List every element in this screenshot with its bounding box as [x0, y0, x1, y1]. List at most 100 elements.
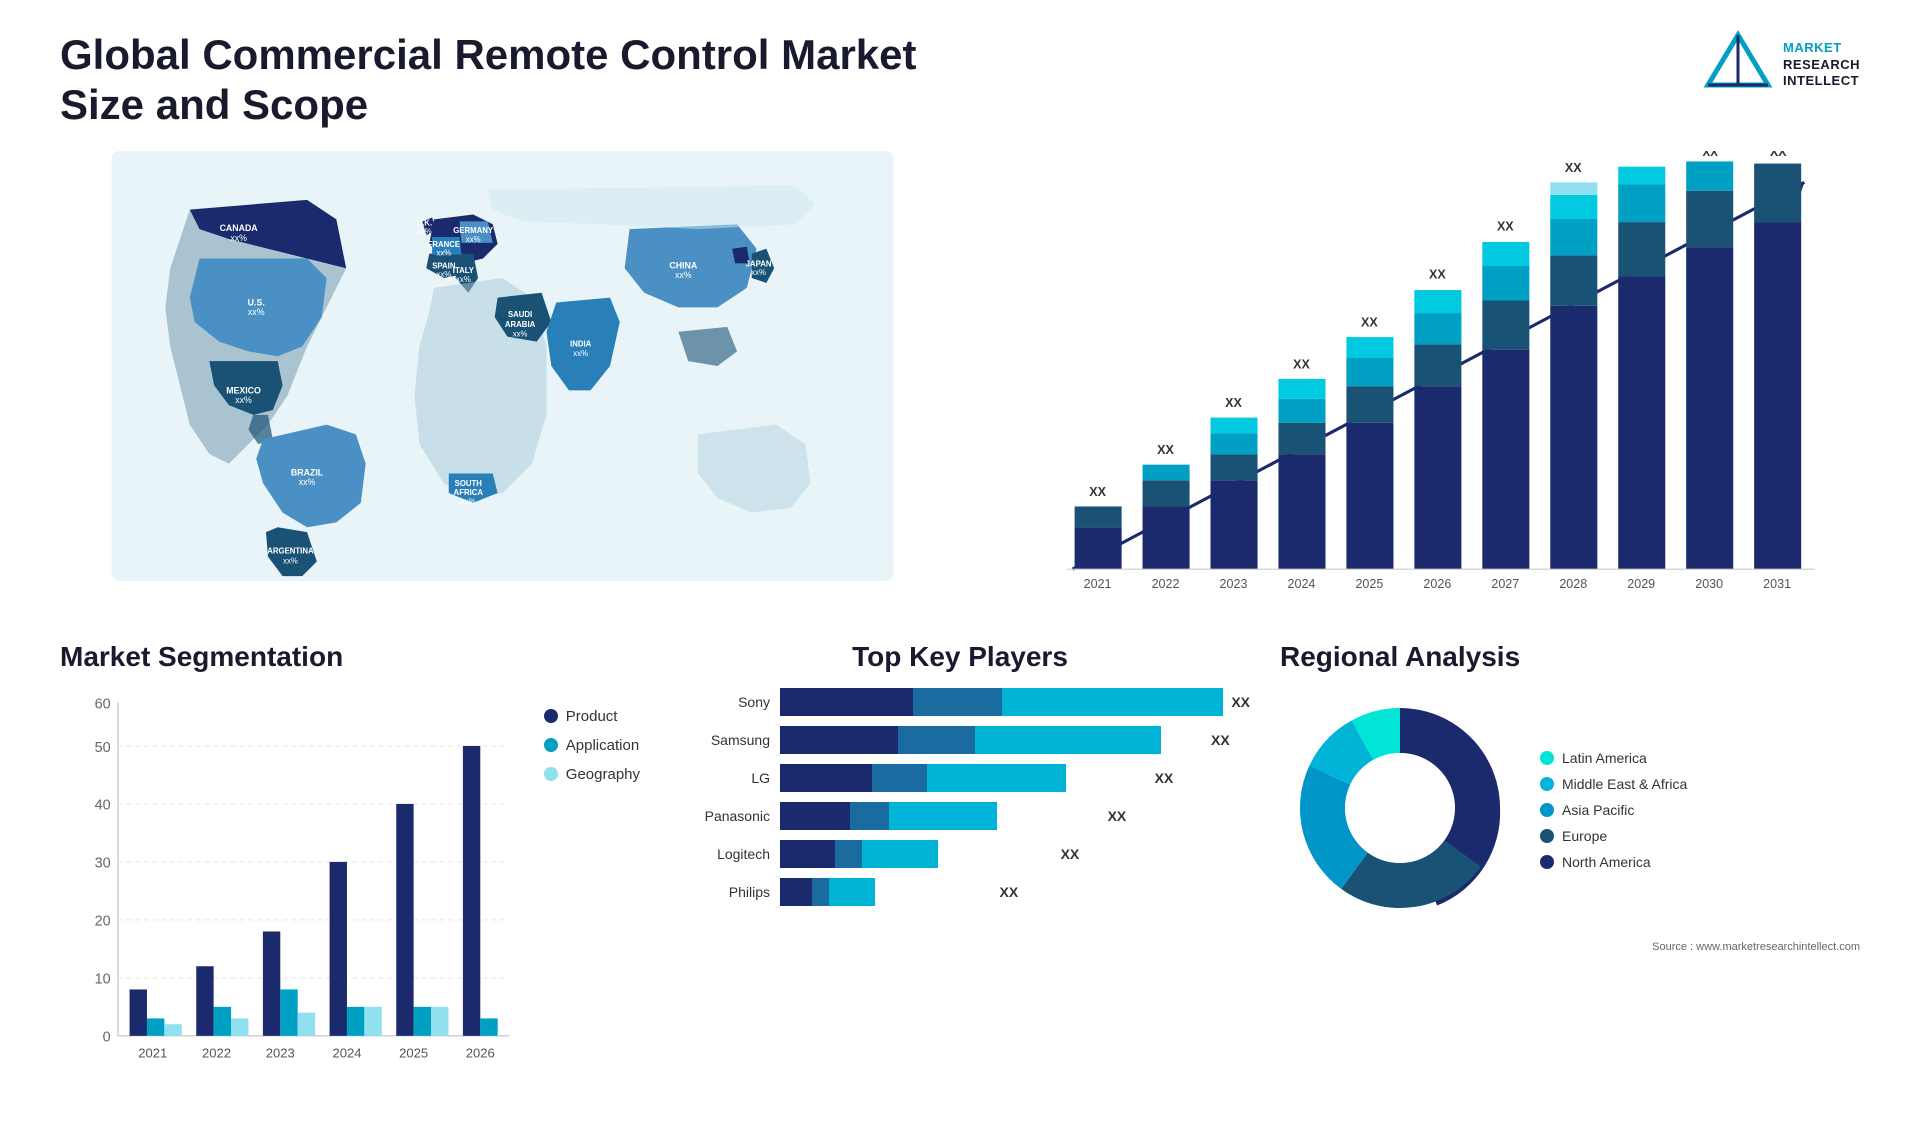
- svg-text:2024: 2024: [1288, 577, 1316, 591]
- svg-text:60: 60: [95, 696, 111, 712]
- segmentation-section: Market Segmentation 0 10 20 30: [60, 641, 640, 1099]
- header: Global Commercial Remote Control Market …: [60, 30, 1860, 131]
- world-map: CANADA xx% U.S. xx% MEXICO xx% BRAZIL xx…: [60, 151, 945, 581]
- svg-text:2025: 2025: [1355, 577, 1383, 591]
- donut-container: Latin America Middle East & Africa Asia …: [1280, 688, 1860, 933]
- player-name: Philips: [670, 884, 770, 900]
- player-bar-seg1: [780, 764, 872, 792]
- logo-icon: [1703, 30, 1773, 100]
- player-bar-container: XX: [780, 878, 1250, 906]
- svg-text:xx%: xx%: [299, 477, 316, 487]
- player-bar-seg1: [780, 726, 898, 754]
- svg-text:2029: 2029: [1627, 577, 1655, 591]
- legend-label-geography: Geography: [566, 766, 640, 783]
- regional-section: Regional Analysis: [1280, 641, 1860, 1099]
- svg-text:CANADA: CANADA: [220, 223, 259, 233]
- player-row: Panasonic XX: [670, 802, 1250, 830]
- player-bar-inner: [780, 840, 1053, 868]
- svg-text:2021: 2021: [1084, 577, 1112, 591]
- player-name: Logitech: [670, 846, 770, 862]
- segmentation-title: Market Segmentation: [60, 641, 640, 673]
- player-bar-inner: [780, 802, 1100, 830]
- svg-text:2031: 2031: [1763, 577, 1791, 591]
- svg-text:2024: 2024: [332, 1045, 361, 1060]
- svg-text:xx%: xx%: [283, 556, 298, 565]
- svg-text:xx%: xx%: [461, 497, 476, 506]
- player-bar-seg1: [780, 878, 812, 906]
- world-map-section: CANADA xx% U.S. xx% MEXICO xx% BRAZIL xx…: [60, 151, 945, 611]
- svg-text:xx%: xx%: [513, 329, 528, 338]
- svg-text:XX: XX: [1293, 357, 1310, 371]
- player-bar-seg2: [913, 688, 1002, 716]
- svg-text:xx%: xx%: [751, 268, 766, 277]
- legend-product: Product: [544, 708, 640, 725]
- svg-text:0: 0: [103, 1029, 111, 1045]
- player-bar-seg2: [835, 840, 862, 868]
- player-bar-seg3: [975, 726, 1161, 754]
- svg-text:SAUDI: SAUDI: [508, 310, 532, 319]
- svg-text:2021: 2021: [138, 1045, 167, 1060]
- logo-text: MARKET RESEARCH INTELLECT: [1783, 40, 1860, 91]
- reg-dot-europe: [1540, 829, 1554, 843]
- svg-text:U.K.: U.K.: [417, 218, 433, 227]
- svg-text:xx%: xx%: [573, 349, 588, 358]
- legend-geography: Geography: [544, 766, 640, 783]
- reg-label-north-america: North America: [1562, 854, 1651, 870]
- player-name: Panasonic: [670, 808, 770, 824]
- player-bar-seg1: [780, 802, 850, 830]
- players-list: Sony XX Samsung XX LG: [670, 688, 1250, 906]
- player-name: LG: [670, 770, 770, 786]
- svg-text:2027: 2027: [1491, 577, 1519, 591]
- reg-label-europe: Europe: [1562, 828, 1607, 844]
- donut-chart-wrap: [1280, 688, 1520, 933]
- player-name: Sony: [670, 694, 770, 710]
- player-name: Samsung: [670, 732, 770, 748]
- segmentation-legend: Product Application Geography: [544, 688, 640, 783]
- svg-text:xx%: xx%: [466, 235, 481, 244]
- svg-text:JAPAN: JAPAN: [746, 259, 772, 268]
- page-title: Global Commercial Remote Control Market …: [60, 30, 960, 131]
- svg-text:XX: XX: [1497, 219, 1514, 233]
- svg-text:XX: XX: [1565, 161, 1582, 175]
- player-bar-seg2: [812, 878, 829, 906]
- svg-text:XX: XX: [1429, 267, 1446, 281]
- player-bar-seg3: [1002, 688, 1224, 716]
- svg-text:XX: XX: [1157, 443, 1174, 457]
- player-bar-container: XX: [780, 726, 1250, 754]
- player-value: XX: [1155, 770, 1174, 786]
- svg-text:CHINA: CHINA: [669, 260, 697, 270]
- reg-label-apac: Asia Pacific: [1562, 802, 1634, 818]
- reg-dot-latin-america: [1540, 751, 1554, 765]
- regional-legend: Latin America Middle East & Africa Asia …: [1540, 750, 1687, 870]
- source-text: Source : www.marketresearchintellect.com: [1280, 941, 1860, 953]
- reg-dot-apac: [1540, 803, 1554, 817]
- svg-text:FRANCE: FRANCE: [428, 240, 461, 249]
- svg-text:2028: 2028: [1559, 577, 1587, 591]
- svg-text:2023: 2023: [1220, 577, 1248, 591]
- svg-text:MEXICO: MEXICO: [226, 385, 261, 395]
- player-bar-inner: [780, 878, 992, 906]
- svg-text:xx%: xx%: [235, 395, 252, 405]
- player-row: LG XX: [670, 764, 1250, 792]
- bar-chart-svg: XX XX XX XX: [975, 151, 1860, 611]
- player-value: XX: [1000, 884, 1019, 900]
- svg-text:AFRICA: AFRICA: [454, 488, 484, 497]
- svg-text:2025: 2025: [399, 1045, 428, 1060]
- svg-text:xx%: xx%: [248, 307, 265, 317]
- player-bar-seg2: [872, 764, 927, 792]
- player-bar-inner: [780, 726, 1203, 754]
- svg-text:2022: 2022: [1152, 577, 1180, 591]
- player-bar-container: XX: [780, 840, 1250, 868]
- svg-text:GERMANY: GERMANY: [453, 226, 494, 235]
- legend-application: Application: [544, 737, 640, 754]
- player-bar-seg2: [850, 802, 888, 830]
- player-row: Samsung XX: [670, 726, 1250, 754]
- player-row: Philips XX: [670, 878, 1250, 906]
- player-bar-seg3: [829, 878, 876, 906]
- reg-label-mea: Middle East & Africa: [1562, 776, 1687, 792]
- player-bar-seg1: [780, 840, 835, 868]
- reg-dot-north-america: [1540, 855, 1554, 869]
- legend-label-product: Product: [566, 708, 618, 725]
- map-svg: CANADA xx% U.S. xx% MEXICO xx% BRAZIL xx…: [60, 151, 945, 581]
- reg-dot-mea: [1540, 777, 1554, 791]
